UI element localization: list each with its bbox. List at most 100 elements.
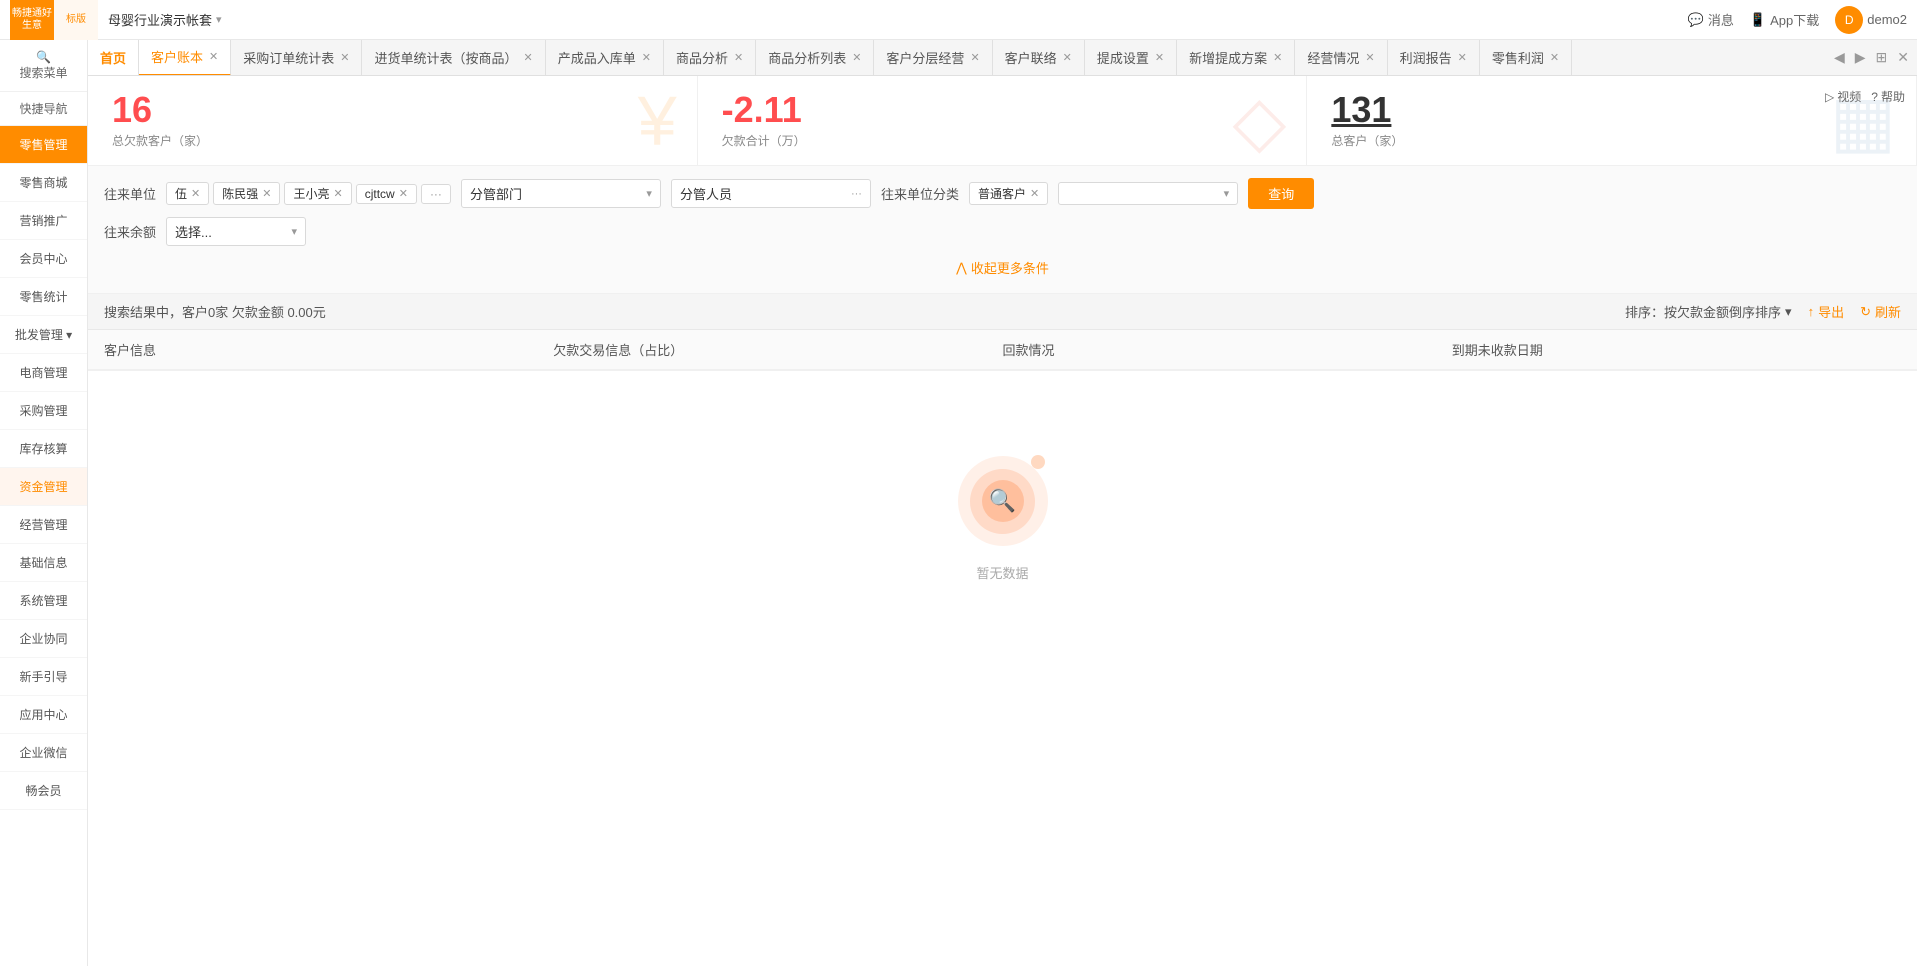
balance-selector[interactable]: 选择... ▾ — [166, 217, 306, 246]
sidebar-item-member-center[interactable]: 会员中心 — [0, 240, 87, 278]
export-btn[interactable]: ↑ 导出 — [1808, 302, 1845, 321]
unit-tag-wu[interactable]: 伍 ✕ — [166, 182, 209, 205]
video-label: 视频 — [1837, 88, 1861, 105]
unit-class-tag-normal[interactable]: 普通客户 ✕ — [969, 182, 1048, 205]
tab-close-icon[interactable]: ✕ — [642, 51, 651, 64]
collapse-label: 收起更多条件 — [971, 258, 1049, 277]
tab-close-icon[interactable]: ✕ — [1458, 51, 1467, 64]
tab-close-icon[interactable]: ✕ — [209, 50, 218, 63]
sidebar-item-newbie[interactable]: 新手引导 — [0, 658, 87, 696]
tab-close-icon[interactable]: ✕ — [1063, 51, 1072, 64]
unit-tag-chen[interactable]: 陈民强 ✕ — [213, 182, 280, 205]
tab-purchase-stats[interactable]: 采购订单统计表 ✕ — [231, 40, 362, 76]
quick-nav-label: 快捷导航 — [19, 102, 67, 116]
person-more-icon[interactable]: ··· — [851, 188, 862, 200]
tab-close-all-btn[interactable]: ✕ — [1893, 47, 1913, 68]
tab-customer-contact[interactable]: 客户联络 ✕ — [993, 40, 1085, 76]
tab-close-icon[interactable]: ✕ — [852, 51, 861, 64]
sidebar-item-wechat[interactable]: 企业微信 — [0, 734, 87, 772]
dept-placeholder: 分管部门 — [470, 184, 522, 203]
tab-close-icon[interactable]: ✕ — [524, 51, 533, 64]
table-header: 客户信息 欠款交易信息（占比） 回款情况 到期未收款日期 — [88, 330, 1917, 371]
search-menu-btn[interactable]: 🔍 搜索菜单 — [8, 50, 79, 81]
sidebar-item-marketing[interactable]: 营销推广 — [0, 202, 87, 240]
sidebar-item-app-center[interactable]: 应用中心 — [0, 696, 87, 734]
unit-class-selector[interactable]: ▾ — [1058, 182, 1238, 205]
sidebar-item-basic-info[interactable]: 基础信息 — [0, 544, 87, 582]
tab-goods-stats[interactable]: 进货单统计表（按商品） ✕ — [362, 40, 545, 76]
sidebar-item-label: 零售商城 — [19, 176, 67, 190]
unit-tag-more[interactable]: ··· — [421, 184, 451, 204]
logo: 畅捷通好生意 标版 — [10, 0, 98, 40]
video-btn[interactable]: ▷ 视频 — [1825, 88, 1861, 105]
unit-tag-cjttcw[interactable]: cjttcw ✕ — [356, 184, 417, 204]
collapse-btn[interactable]: ⋀ 收起更多条件 — [104, 254, 1901, 281]
sidebar-item-label: 零售管理 — [19, 138, 67, 152]
tab-new-commission[interactable]: 新增提成方案 ✕ — [1177, 40, 1295, 76]
tab-close-icon[interactable]: ✕ — [970, 51, 979, 64]
dept-selector[interactable]: 分管部门 ▾ — [461, 179, 661, 208]
sidebar-item-retail-mgmt[interactable]: 零售管理 — [0, 126, 87, 164]
tab-nav-arrows: ◀ ▶ ⊞ ✕ — [1826, 47, 1917, 68]
tab-close-icon[interactable]: ✕ — [734, 51, 743, 64]
company-selector[interactable]: 母婴行业演示帐套 ▾ — [98, 10, 232, 29]
tab-customer-ledger[interactable]: 客户账本 ✕ — [139, 40, 231, 76]
tag-text: cjttcw — [365, 187, 395, 201]
refresh-label: 刷新 — [1875, 302, 1901, 321]
tag-close-icon[interactable]: ✕ — [1030, 187, 1039, 200]
sidebar-item-ecommerce[interactable]: 电商管理 — [0, 354, 87, 392]
sidebar-item-enterprise[interactable]: 企业协同 — [0, 620, 87, 658]
help-btn[interactable]: ? 帮助 — [1871, 88, 1905, 105]
person-selector[interactable]: 分管人员 ··· — [671, 179, 871, 208]
refresh-btn[interactable]: ↻ 刷新 — [1860, 302, 1901, 321]
tab-close-icon[interactable]: ✕ — [340, 51, 349, 64]
unit-tag-wang[interactable]: 王小亮 ✕ — [284, 182, 351, 205]
tag-close-icon[interactable]: ✕ — [262, 187, 271, 200]
search-menu-area[interactable]: 🔍 搜索菜单 — [0, 40, 87, 92]
help-icon: ? — [1871, 90, 1878, 104]
tab-operations[interactable]: 经营情况 ✕ — [1295, 40, 1387, 76]
sidebar-item-label: 新手引导 — [19, 670, 67, 684]
tag-close-icon[interactable]: ✕ — [334, 187, 343, 200]
sidebar-item-operations[interactable]: 经营管理 — [0, 506, 87, 544]
tab-close-icon[interactable]: ✕ — [1365, 51, 1374, 64]
sort-btn[interactable]: 排序：按欠款金额倒序排序 ▾ — [1625, 302, 1792, 321]
sidebar-item-retail-stats[interactable]: 零售统计 — [0, 278, 87, 316]
tab-product-in[interactable]: 产成品入库单 ✕ — [546, 40, 664, 76]
sidebar-item-sys-mgmt[interactable]: 系统管理 — [0, 582, 87, 620]
col-customer-header: 客户信息 — [104, 340, 553, 359]
app-download-btn[interactable]: 📱 App下载 — [1750, 10, 1819, 29]
sidebar-item-inventory[interactable]: 库存核算 — [0, 430, 87, 468]
tab-commission-setting[interactable]: 提成设置 ✕ — [1085, 40, 1177, 76]
tab-customer-tier[interactable]: 客户分层经营 ✕ — [874, 40, 992, 76]
stats-row: ¥ 16 总欠款客户（家） ◇ -2.11 欠款合计（万） — [88, 76, 1917, 166]
tab-close-icon[interactable]: ✕ — [1273, 51, 1282, 64]
balance-filter-label: 往来余额 — [104, 222, 156, 241]
tab-label: 商品分析 — [676, 48, 728, 67]
tab-goods-analysis-list[interactable]: 商品分析列表 ✕ — [756, 40, 874, 76]
sidebar-item-member-vip[interactable]: 畅会员 — [0, 772, 87, 810]
tab-retail-profit[interactable]: 零售利润 ✕ — [1480, 40, 1572, 76]
tab-expand-btn[interactable]: ⊞ — [1872, 47, 1892, 68]
user-menu[interactable]: D demo2 — [1835, 6, 1907, 34]
video-help-area: ▷ 视频 ? 帮助 — [1825, 88, 1905, 105]
sidebar-item-finance[interactable]: 资金管理 — [0, 468, 87, 506]
message-btn[interactable]: 💬 消息 — [1688, 10, 1734, 29]
tag-text: 王小亮 — [293, 185, 329, 202]
sidebar-item-purchase[interactable]: 采购管理 — [0, 392, 87, 430]
tab-next-btn[interactable]: ▶ — [1851, 47, 1870, 68]
query-button[interactable]: 查询 — [1248, 178, 1314, 209]
more-icon[interactable]: ··· — [430, 187, 442, 201]
tab-profit-report[interactable]: 利润报告 ✕ — [1388, 40, 1480, 76]
tab-home[interactable]: 首页 — [88, 40, 139, 76]
tab-close-icon[interactable]: ✕ — [1550, 51, 1559, 64]
sidebar-item-retail-mall[interactable]: 零售商城 — [0, 164, 87, 202]
quick-nav-btn[interactable]: 快捷导航 — [0, 92, 87, 126]
tab-prev-btn[interactable]: ◀ — [1830, 47, 1849, 68]
tag-close-icon[interactable]: ✕ — [191, 187, 200, 200]
tag-close-icon[interactable]: ✕ — [399, 187, 408, 200]
tab-goods-analysis[interactable]: 商品分析 ✕ — [664, 40, 756, 76]
tab-close-icon[interactable]: ✕ — [1155, 51, 1164, 64]
sidebar-item-wholesale[interactable]: 批发管理 ▾ — [0, 316, 87, 354]
stat-value-total-customers: 131 — [1331, 92, 1403, 128]
